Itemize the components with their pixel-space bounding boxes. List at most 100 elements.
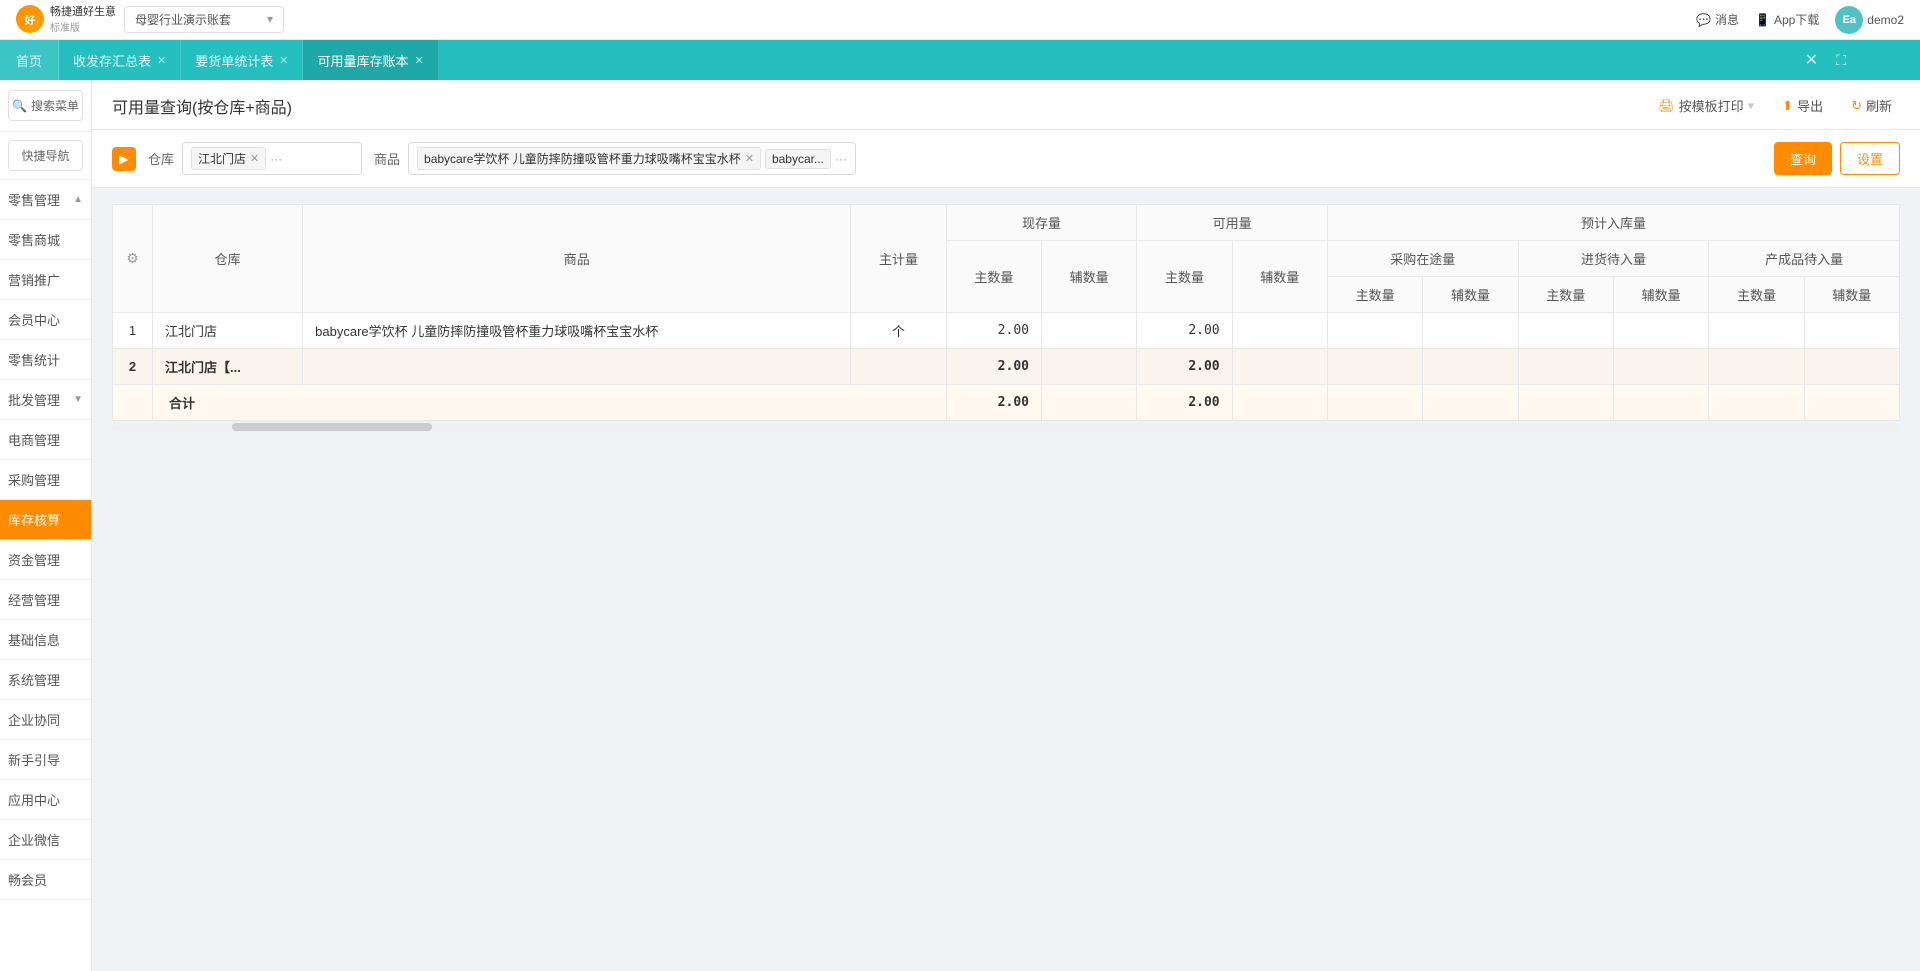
sidebar-item-app-center[interactable]: 应用中心 [0, 780, 91, 820]
avatar-text: Ea [1843, 14, 1856, 26]
tab-order[interactable]: 要货单统计表 ✕ [181, 40, 303, 80]
sidebar-item-retail-mgmt[interactable]: 零售管理 ▲ [0, 180, 91, 220]
col-settings-header: ⚙ [113, 205, 153, 313]
cell-avail-main: 2.00 [1137, 313, 1232, 349]
summary-purchase-main [1327, 385, 1422, 421]
sidebar-item-operations[interactable]: 经营管理 [0, 580, 91, 620]
col-stock-header: 现存量 [946, 205, 1137, 241]
message-label: 消息 [1715, 11, 1739, 28]
product-filter: 商品 babycare学饮杯 儿童防摔防撞吸管杯重力球吸嘴杯宝宝水杯 ✕ bab… [374, 142, 856, 175]
logo-area: 好 畅捷通好生意 标准版 [16, 5, 116, 34]
nav-close-btn[interactable]: ✕ [1799, 50, 1824, 70]
summary-avail-main: 2.00 [1137, 385, 1232, 421]
industry-selector[interactable]: 母婴行业演示账套 ▾ [124, 6, 284, 33]
sidebar-item-retail-stats[interactable]: 零售统计 [0, 340, 91, 380]
header-left: 好 畅捷通好生意 标准版 母婴行业演示账套 ▾ [16, 5, 284, 34]
product-ellipsis[interactable]: ··· [835, 152, 847, 166]
col-unit-header: 主计量 [851, 205, 946, 313]
scrollbar-thumb[interactable] [232, 423, 432, 431]
cell-incoming-aux [1613, 313, 1708, 349]
sidebar-item-inventory[interactable]: 库存核算 [0, 500, 91, 540]
query-btn[interactable]: 查询 [1774, 142, 1832, 175]
col-avail-main: 主数量 [1137, 241, 1232, 313]
cell-avail-aux [1232, 313, 1327, 349]
refresh-btn[interactable]: ↻ 刷新 [1843, 92, 1900, 119]
cell-incoming-main [1518, 349, 1613, 385]
tab-home[interactable]: 首页 [0, 40, 59, 80]
cell-unit: 个 [851, 313, 946, 349]
sidebar-item-label: 采购管理 [8, 470, 60, 489]
nav-tabs-right: ✕ ⛶ [1799, 40, 1860, 80]
product-input[interactable]: babycare学饮杯 儿童防摔防撞吸管杯重力球吸嘴杯宝宝水杯 ✕ babyca… [408, 142, 856, 175]
settings-btn[interactable]: 设置 [1840, 142, 1900, 175]
sidebar-item-label: 基础信息 [8, 630, 60, 649]
sidebar-item-member[interactable]: 会员中心 [0, 300, 91, 340]
filter-row: ▶ 仓库 江北门店 ✕ ··· 商品 babycare学饮杯 儿童防摔防撞吸管杯… [92, 130, 1920, 188]
sidebar-item-retail-mall[interactable]: 零售商城 [0, 220, 91, 260]
tab-available[interactable]: 可用量库存账本 ✕ [303, 40, 438, 80]
print-icon: 🖨 [1658, 98, 1675, 114]
sidebar-item-system[interactable]: 系统管理 [0, 660, 91, 700]
cell-purchase-aux [1423, 349, 1518, 385]
app-download-btn[interactable]: 📱 App下载 [1755, 11, 1819, 28]
message-btn[interactable]: 💬 消息 [1696, 11, 1739, 28]
sidebar-item-new-guide[interactable]: 新手引导 [0, 740, 91, 780]
sidebar-item-label: 企业协同 [8, 710, 60, 729]
sidebar-item-enterprise[interactable]: 企业协同 [0, 700, 91, 740]
summary-avail-aux [1232, 385, 1327, 421]
tab-order-close[interactable]: ✕ [279, 54, 288, 67]
tab-receive[interactable]: 收发存汇总表 ✕ [59, 40, 181, 80]
product-tag-2-text: babycar... [772, 152, 824, 166]
cell-warehouse: 江北门店【... [153, 349, 303, 385]
search-menu-btn[interactable]: 🔍 搜索菜单 [8, 90, 83, 121]
warehouse-input[interactable]: 江北门店 ✕ ··· [182, 142, 362, 175]
print-btn[interactable]: 🖨 按模板打印 ▾ [1650, 92, 1762, 119]
product-tag-1-remove[interactable]: ✕ [745, 152, 754, 165]
warehouse-label: 仓库 [148, 149, 174, 168]
col-warehouse-header: 仓库 [153, 205, 303, 313]
cell-avail-aux [1232, 349, 1327, 385]
summary-empty-1 [113, 385, 153, 421]
sidebar-item-label: 系统管理 [8, 670, 60, 689]
sidebar-item-label: 畅会员 [8, 870, 47, 889]
sidebar-item-ecommerce[interactable]: 电商管理 [0, 420, 91, 460]
col-product-header: 商品 [303, 205, 851, 313]
filter-expand-btn[interactable]: ▶ [112, 147, 136, 171]
warehouse-ellipsis[interactable]: ··· [270, 152, 282, 166]
sidebar-item-purchase[interactable]: 采购管理 [0, 460, 91, 500]
quick-nav-btn[interactable]: 快捷导航 [8, 140, 83, 171]
col-incoming-aux: 辅数量 [1613, 277, 1708, 313]
sidebar-item-marketing[interactable]: 营销推广 [0, 260, 91, 300]
tab-receive-close[interactable]: ✕ [157, 54, 166, 67]
industry-label: 母婴行业演示账套 [135, 11, 231, 28]
expand-icon: ▶ [119, 152, 128, 166]
sidebar-item-basic-info[interactable]: 基础信息 [0, 620, 91, 660]
sidebar-item-batch-mgmt[interactable]: 批发管理 ▼ [0, 380, 91, 420]
cell-stock-main: 2.00 [946, 313, 1041, 349]
page-title: 可用量查询(按仓库+商品) [112, 94, 292, 118]
col-incoming: 进货待入量 [1518, 241, 1709, 277]
sidebar-item-label: 企业微信 [8, 830, 60, 849]
warehouse-tag-remove[interactable]: ✕ [250, 152, 259, 165]
username: demo2 [1867, 13, 1904, 27]
col-avail-aux: 辅数量 [1232, 241, 1327, 313]
horizontal-scrollbar[interactable] [112, 423, 1900, 431]
tab-available-close[interactable]: ✕ [415, 54, 424, 67]
sidebar-item-vip[interactable]: 畅会员 [0, 860, 91, 900]
filter-actions: 查询 设置 [1774, 142, 1900, 175]
product-label: 商品 [374, 149, 400, 168]
cell-unit [851, 349, 946, 385]
table-settings-icon[interactable]: ⚙ [126, 250, 139, 266]
nav-expand-btn[interactable]: ⛶ [1830, 52, 1852, 69]
page-actions: 🖨 按模板打印 ▾ ⬆ 导出 ↻ 刷新 [1650, 92, 1900, 119]
content-area: 可用量查询(按仓库+商品) 🖨 按模板打印 ▾ ⬆ 导出 ↻ 刷新 [92, 80, 1920, 971]
sidebar-item-label: 库存核算 [8, 510, 60, 529]
cell-stock-aux [1041, 349, 1136, 385]
logo-text-block: 畅捷通好生意 标准版 [50, 5, 116, 34]
summary-label: 合计 [153, 385, 947, 421]
logo-icon: 好 [16, 5, 44, 33]
user-profile[interactable]: Ea demo2 [1835, 6, 1904, 34]
sidebar-item-finance[interactable]: 资金管理 [0, 540, 91, 580]
sidebar-item-enterprise-wechat[interactable]: 企业微信 [0, 820, 91, 860]
export-btn[interactable]: ⬆ 导出 [1774, 92, 1831, 119]
